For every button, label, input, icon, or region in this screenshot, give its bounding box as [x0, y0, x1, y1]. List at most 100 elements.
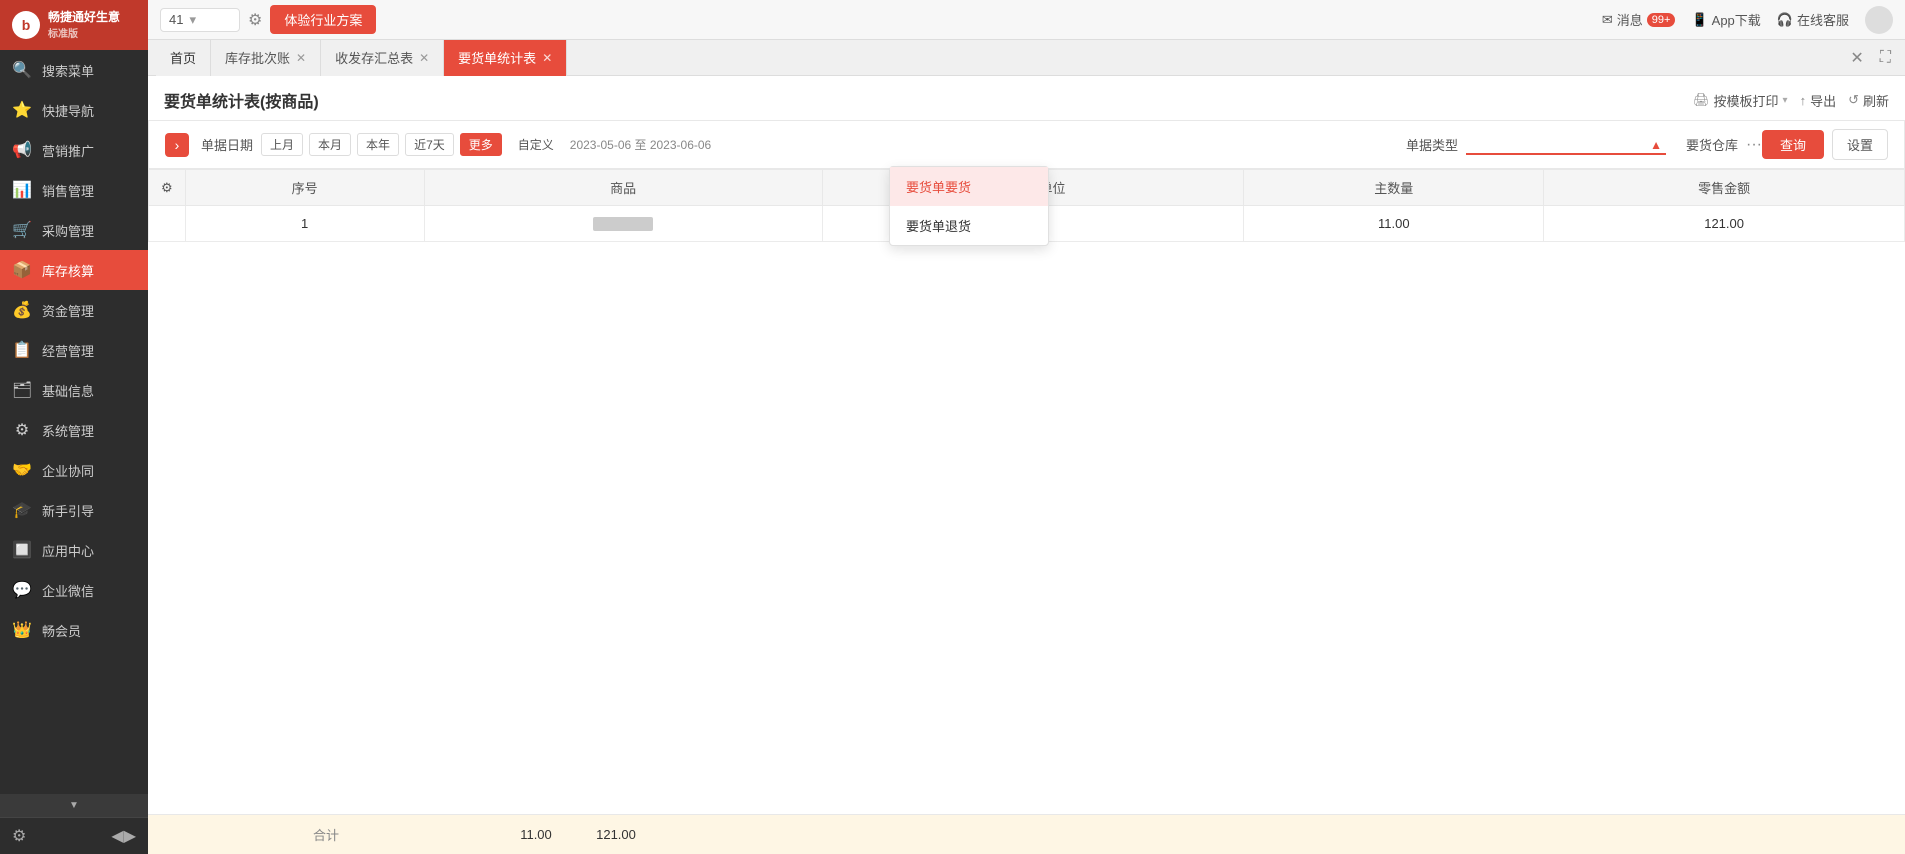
app-download-label: App下载 [1712, 10, 1761, 29]
table-footer: 合计 11.00 121.00 [148, 814, 1905, 854]
sidebar-scroll-down[interactable]: ▼ [0, 794, 148, 817]
sidebar-item-member[interactable]: 👑 畅会员 [0, 610, 148, 650]
warehouse-filter-label: 要货仓库 [1686, 135, 1738, 154]
preset-more[interactable]: 更多 [460, 133, 502, 156]
preset-last-7days[interactable]: 近7天 [405, 133, 454, 156]
user-avatar[interactable] [1865, 6, 1893, 34]
trial-industry-button[interactable]: 体验行业方案 [270, 5, 376, 34]
sidebar-nav: 🔍 搜索菜单 ⭐ 快捷导航 📢 营销推广 📊 销售管理 🛒 采购管理 📦 库存核… [0, 50, 148, 794]
chevron-up-icon[interactable]: ▲ [1650, 138, 1662, 152]
sidebar-item-inventory[interactable]: 📦 库存核算 [0, 250, 148, 290]
star-icon: ⭐ [12, 100, 32, 120]
footer-retail-value: 121.00 [596, 827, 636, 842]
online-service-label: 在线客服 [1797, 10, 1849, 29]
tab-close-icon[interactable]: ✕ [419, 51, 429, 65]
row-product-cell [424, 206, 822, 242]
table-col-retail: 零售金额 [1544, 170, 1905, 206]
sidebar-item-label: 基础信息 [42, 381, 94, 400]
content-area: 要货单统计表(按商品) 🖨 按模板打印 ▾ ↑ 导出 ↺ 刷新 › [148, 76, 1905, 854]
preset-last-month[interactable]: 上月 [261, 133, 303, 156]
filter-date-section: 单据日期 上月 本月 本年 近7天 更多 自定义 2023-05-06 至 20… [201, 133, 1386, 156]
sidebar-item-purchase[interactable]: 🛒 采购管理 [0, 210, 148, 250]
refresh-button[interactable]: ↺ 刷新 [1848, 91, 1889, 110]
filter-bar: › 单据日期 上月 本月 本年 近7天 更多 自定义 2023-05-06 至 … [148, 120, 1905, 169]
sidebar-item-finance[interactable]: 💰 资金管理 [0, 290, 148, 330]
filter-warehouse-section: 要货仓库 ··· [1686, 135, 1762, 154]
dropdown-item-order-return[interactable]: 要货单退货 [890, 206, 1048, 245]
collapse-icon[interactable]: ◀▶ [111, 826, 136, 846]
preset-this-month[interactable]: 本月 [309, 133, 351, 156]
sidebar-item-enterprise[interactable]: 🤝 企业协同 [0, 450, 148, 490]
cart-icon: 🛒 [12, 220, 32, 240]
table-col-quantity: 主数量 [1244, 170, 1544, 206]
preset-this-year[interactable]: 本年 [357, 133, 399, 156]
sidebar-item-marketing[interactable]: 📢 营销推广 [0, 130, 148, 170]
gear-icon: ⚙ [12, 420, 32, 440]
page-header: 要货单统计表(按商品) 🖨 按模板打印 ▾ ↑ 导出 ↺ 刷新 [148, 76, 1905, 120]
tab-summary[interactable]: 收发存汇总表 ✕ [321, 40, 444, 76]
company-selector[interactable]: 41 ▾ [160, 8, 240, 32]
download-icon: 📱 [1691, 12, 1707, 28]
filter-more-icon[interactable]: ··· [1746, 136, 1762, 154]
sidebar-item-label: 营销推广 [42, 141, 94, 160]
dropdown-item-order-goods[interactable]: 要货单要货 [890, 167, 1048, 206]
sidebar-item-label: 搜索菜单 [42, 61, 94, 80]
date-range-display: 2023-05-06 至 2023-06-06 [570, 136, 711, 153]
filter-settings-button[interactable]: 设置 [1832, 129, 1888, 160]
sidebar-item-search[interactable]: 🔍 搜索菜单 [0, 50, 148, 90]
megaphone-icon: 📢 [12, 140, 32, 160]
sidebar-item-sales[interactable]: 📊 销售管理 [0, 170, 148, 210]
print-button[interactable]: 🖨 按模板打印 ▾ [1693, 91, 1788, 110]
sidebar-item-label: 库存核算 [42, 261, 94, 280]
tabbar: 首页 库存批次账 ✕ 收发存汇总表 ✕ 要货单统计表 ✕ ✕ ⛶ [148, 40, 1905, 76]
sidebar-item-label: 资金管理 [42, 301, 94, 320]
sidebar-item-quicknav[interactable]: ⭐ 快捷导航 [0, 90, 148, 130]
table-settings-header[interactable]: ⚙ [149, 170, 186, 206]
sidebar-item-label: 销售管理 [42, 181, 94, 200]
maximize-icon[interactable]: ⛶ [1874, 47, 1897, 69]
close-window-icon[interactable]: ✕ [1844, 46, 1869, 70]
sidebar-item-label: 畅会员 [42, 621, 81, 640]
filter-expand-button[interactable]: › [165, 133, 189, 157]
export-button[interactable]: ↑ 导出 [1800, 91, 1837, 110]
row-retail-cell: 121.00 [1544, 206, 1905, 242]
online-service-button[interactable]: 🎧 在线客服 [1777, 10, 1849, 29]
type-filter-label: 单据类型 [1406, 135, 1458, 154]
table-col-product: 商品 [424, 170, 822, 206]
settings-icon[interactable]: ⚙ [248, 10, 262, 30]
topbar-left: 41 ▾ ⚙ 体验行业方案 [160, 5, 376, 34]
print-label: 按模板打印 [1714, 91, 1779, 110]
tab-home[interactable]: 首页 [156, 40, 211, 76]
settings-icon[interactable]: ⚙ [12, 826, 26, 846]
sidebar-item-operations[interactable]: 📋 经营管理 [0, 330, 148, 370]
sidebar-item-appcenter[interactable]: 🔲 应用中心 [0, 530, 148, 570]
money-icon: 💰 [12, 300, 32, 320]
tab-close-icon[interactable]: ✕ [296, 51, 306, 65]
message-icon: ✉ [1602, 12, 1613, 28]
crown-icon: 👑 [12, 620, 32, 640]
sidebar: b 畅捷通好生意 标准版 🔍 搜索菜单 ⭐ 快捷导航 📢 营销推广 📊 销售管理… [0, 0, 148, 854]
export-icon: ↑ [1800, 93, 1807, 108]
sidebar-item-basic-info[interactable]: 🗂 基础信息 [0, 370, 148, 410]
tab-order-stats[interactable]: 要货单统计表 ✕ [444, 40, 567, 76]
preset-custom[interactable]: 自定义 [510, 134, 562, 155]
tab-close-icon[interactable]: ✕ [542, 51, 552, 65]
sidebar-item-guide[interactable]: 🎓 新手引导 [0, 490, 148, 530]
messages-label: 消息 [1617, 10, 1643, 29]
sidebar-item-system[interactable]: ⚙ 系统管理 [0, 410, 148, 450]
tab-inventory-batch[interactable]: 库存批次账 ✕ [211, 40, 321, 76]
type-dropdown: 要货单要货 要货单退货 [889, 166, 1049, 246]
type-filter-input[interactable] [1466, 134, 1666, 155]
chart-icon: 📊 [12, 180, 32, 200]
sidebar-item-weixin[interactable]: 💬 企业微信 [0, 570, 148, 610]
query-button[interactable]: 查询 [1762, 130, 1824, 159]
type-filter-wrapper: ▲ [1466, 134, 1666, 155]
tab-order-stats-label: 要货单统计表 [458, 48, 536, 67]
messages-button[interactable]: ✉ 消息 99+ [1602, 10, 1676, 29]
app-download-button[interactable]: 📱 App下载 [1691, 10, 1760, 29]
product-name-blurred [593, 217, 653, 231]
page-title: 要货单统计表(按商品) [164, 88, 319, 112]
table-col-index: 序号 [185, 170, 424, 206]
guide-icon: 🎓 [12, 500, 32, 520]
sidebar-item-label: 企业微信 [42, 581, 94, 600]
